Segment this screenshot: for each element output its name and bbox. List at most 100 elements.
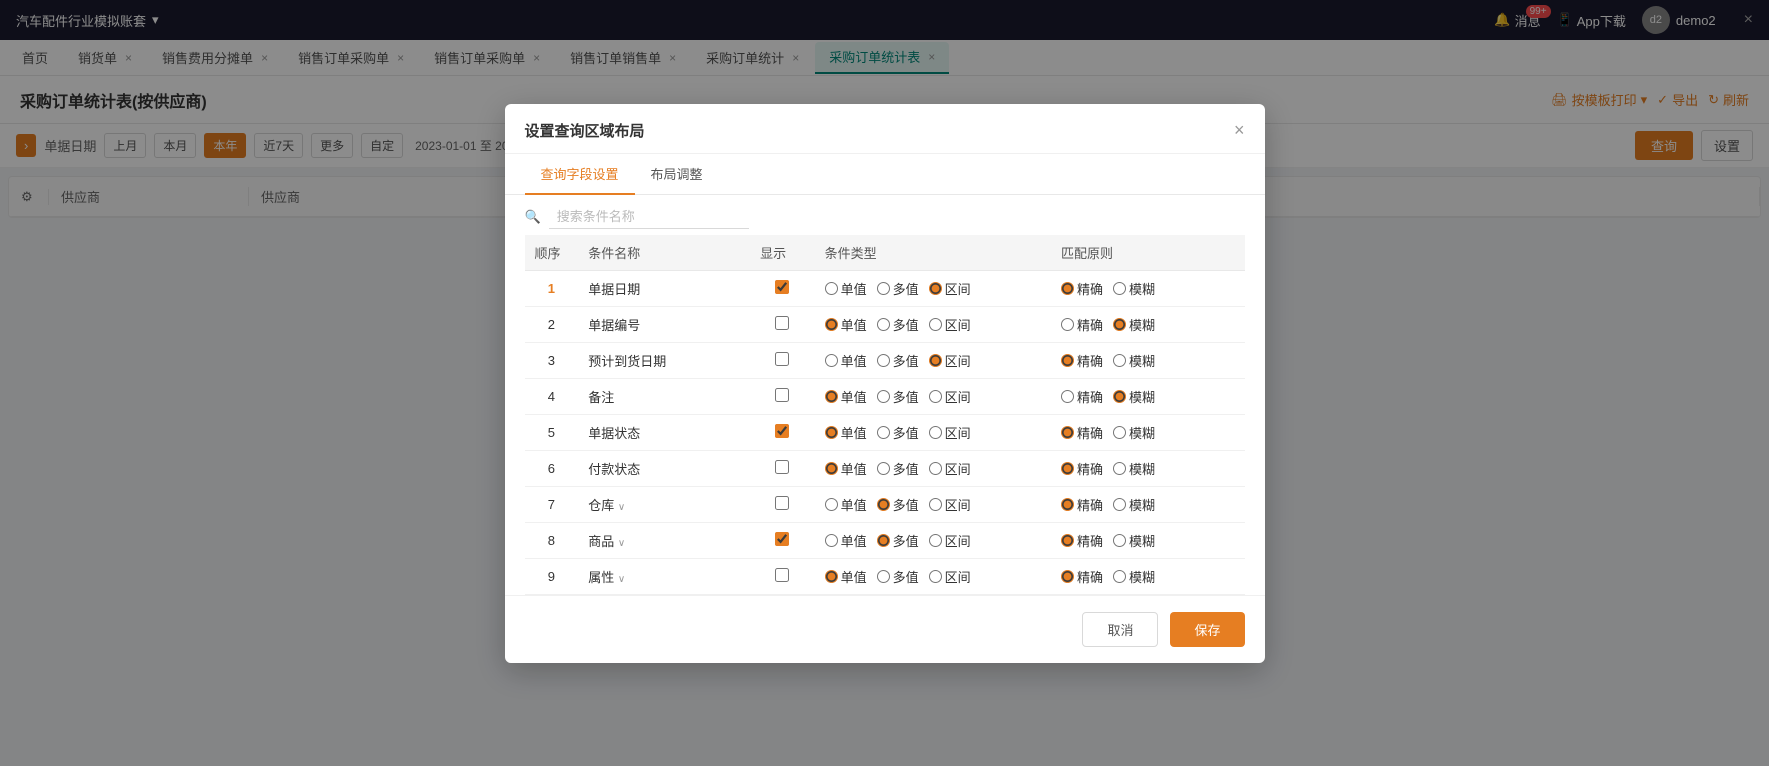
radio-match-模糊[interactable]: 模糊 <box>1113 279 1155 298</box>
radio-type-多值[interactable]: 多值 <box>877 495 919 514</box>
radio-match-模糊[interactable]: 模糊 <box>1113 459 1155 478</box>
radio-type-区间[interactable]: 区间 <box>929 387 971 406</box>
show-checkbox[interactable] <box>775 460 789 474</box>
show-checkbox[interactable] <box>775 280 789 294</box>
radio-match-精确[interactable]: 精确 <box>1061 459 1103 478</box>
radio-type-单值[interactable]: 单值 <box>825 387 867 406</box>
show-checkbox[interactable] <box>775 532 789 546</box>
radio-match-精确[interactable]: 精确 <box>1061 495 1103 514</box>
radio-type-input-区间[interactable] <box>929 534 942 547</box>
dialog-close-btn[interactable]: × <box>1234 120 1245 141</box>
radio-match-精确[interactable]: 精确 <box>1061 351 1103 370</box>
radio-match-input-精确[interactable] <box>1061 462 1074 475</box>
radio-match-模糊[interactable]: 模糊 <box>1113 315 1155 334</box>
dialog-tab-query-fields[interactable]: 查询字段设置 <box>525 154 635 195</box>
radio-type-区间[interactable]: 区间 <box>929 567 971 586</box>
radio-type-区间[interactable]: 区间 <box>929 531 971 550</box>
radio-type-input-单值[interactable] <box>825 534 838 547</box>
radio-match-input-模糊[interactable] <box>1113 462 1126 475</box>
radio-match-精确[interactable]: 精确 <box>1061 279 1103 298</box>
radio-type-input-区间[interactable] <box>929 390 942 403</box>
radio-type-input-区间[interactable] <box>929 426 942 439</box>
radio-type-input-多值[interactable] <box>877 282 890 295</box>
radio-match-精确[interactable]: 精确 <box>1061 387 1103 406</box>
radio-match-input-精确[interactable] <box>1061 354 1074 367</box>
radio-type-input-区间[interactable] <box>929 282 942 295</box>
radio-type-input-单值[interactable] <box>825 426 838 439</box>
radio-match-input-模糊[interactable] <box>1113 318 1126 331</box>
radio-type-单值[interactable]: 单值 <box>825 567 867 586</box>
radio-type-input-多值[interactable] <box>877 354 890 367</box>
radio-match-模糊[interactable]: 模糊 <box>1113 531 1155 550</box>
radio-type-单值[interactable]: 单值 <box>825 423 867 442</box>
radio-match-精确[interactable]: 精确 <box>1061 315 1103 334</box>
radio-type-input-区间[interactable] <box>929 570 942 583</box>
radio-type-多值[interactable]: 多值 <box>877 531 919 550</box>
radio-type-input-区间[interactable] <box>929 498 942 511</box>
radio-type-多值[interactable]: 多值 <box>877 315 919 334</box>
show-checkbox[interactable] <box>775 424 789 438</box>
radio-match-input-精确[interactable] <box>1061 498 1074 511</box>
radio-type-区间[interactable]: 区间 <box>929 351 971 370</box>
radio-type-区间[interactable]: 区间 <box>929 423 971 442</box>
radio-type-区间[interactable]: 区间 <box>929 495 971 514</box>
radio-match-模糊[interactable]: 模糊 <box>1113 423 1155 442</box>
radio-match-input-模糊[interactable] <box>1113 426 1126 439</box>
radio-match-模糊[interactable]: 模糊 <box>1113 567 1155 586</box>
radio-type-input-多值[interactable] <box>877 498 890 511</box>
radio-type-input-多值[interactable] <box>877 462 890 475</box>
radio-type-多值[interactable]: 多值 <box>877 567 919 586</box>
radio-type-多值[interactable]: 多值 <box>877 423 919 442</box>
show-checkbox[interactable] <box>775 352 789 366</box>
radio-match-模糊[interactable]: 模糊 <box>1113 387 1155 406</box>
radio-type-input-多值[interactable] <box>877 318 890 331</box>
radio-match-精确[interactable]: 精确 <box>1061 423 1103 442</box>
radio-match-模糊[interactable]: 模糊 <box>1113 351 1155 370</box>
radio-match-input-精确[interactable] <box>1061 390 1074 403</box>
radio-match-精确[interactable]: 精确 <box>1061 567 1103 586</box>
radio-type-input-区间[interactable] <box>929 354 942 367</box>
radio-match-input-模糊[interactable] <box>1113 570 1126 583</box>
radio-type-多值[interactable]: 多值 <box>877 459 919 478</box>
radio-type-input-多值[interactable] <box>877 534 890 547</box>
show-checkbox[interactable] <box>775 568 789 582</box>
radio-type-input-区间[interactable] <box>929 318 942 331</box>
radio-match-input-精确[interactable] <box>1061 426 1074 439</box>
radio-type-input-单值[interactable] <box>825 390 838 403</box>
radio-type-input-多值[interactable] <box>877 426 890 439</box>
radio-type-input-多值[interactable] <box>877 570 890 583</box>
radio-type-input-单值[interactable] <box>825 462 838 475</box>
radio-type-多值[interactable]: 多值 <box>877 351 919 370</box>
radio-type-input-单值[interactable] <box>825 282 838 295</box>
radio-type-input-区间[interactable] <box>929 462 942 475</box>
radio-match-input-模糊[interactable] <box>1113 354 1126 367</box>
search-input[interactable] <box>549 205 749 229</box>
dialog-tab-layout[interactable]: 布局调整 <box>635 154 719 195</box>
save-btn[interactable]: 保存 <box>1170 612 1244 647</box>
radio-type-区间[interactable]: 区间 <box>929 459 971 478</box>
radio-type-input-单值[interactable] <box>825 354 838 367</box>
radio-match-模糊[interactable]: 模糊 <box>1113 495 1155 514</box>
cancel-btn[interactable]: 取消 <box>1082 612 1158 647</box>
radio-match-精确[interactable]: 精确 <box>1061 531 1103 550</box>
radio-type-区间[interactable]: 区间 <box>929 315 971 334</box>
radio-match-input-精确[interactable] <box>1061 282 1074 295</box>
radio-match-input-精确[interactable] <box>1061 570 1074 583</box>
radio-match-input-模糊[interactable] <box>1113 390 1126 403</box>
show-checkbox[interactable] <box>775 316 789 330</box>
radio-type-input-多值[interactable] <box>877 390 890 403</box>
radio-type-多值[interactable]: 多值 <box>877 387 919 406</box>
radio-type-单值[interactable]: 单值 <box>825 459 867 478</box>
radio-type-单值[interactable]: 单值 <box>825 279 867 298</box>
radio-match-input-精确[interactable] <box>1061 534 1074 547</box>
radio-type-多值[interactable]: 多值 <box>877 279 919 298</box>
radio-type-单值[interactable]: 单值 <box>825 495 867 514</box>
show-checkbox[interactable] <box>775 388 789 402</box>
radio-match-input-模糊[interactable] <box>1113 498 1126 511</box>
radio-type-单值[interactable]: 单值 <box>825 315 867 334</box>
radio-match-input-精确[interactable] <box>1061 318 1074 331</box>
radio-type-单值[interactable]: 单值 <box>825 531 867 550</box>
radio-type-input-单值[interactable] <box>825 570 838 583</box>
radio-match-input-模糊[interactable] <box>1113 534 1126 547</box>
radio-type-单值[interactable]: 单值 <box>825 351 867 370</box>
